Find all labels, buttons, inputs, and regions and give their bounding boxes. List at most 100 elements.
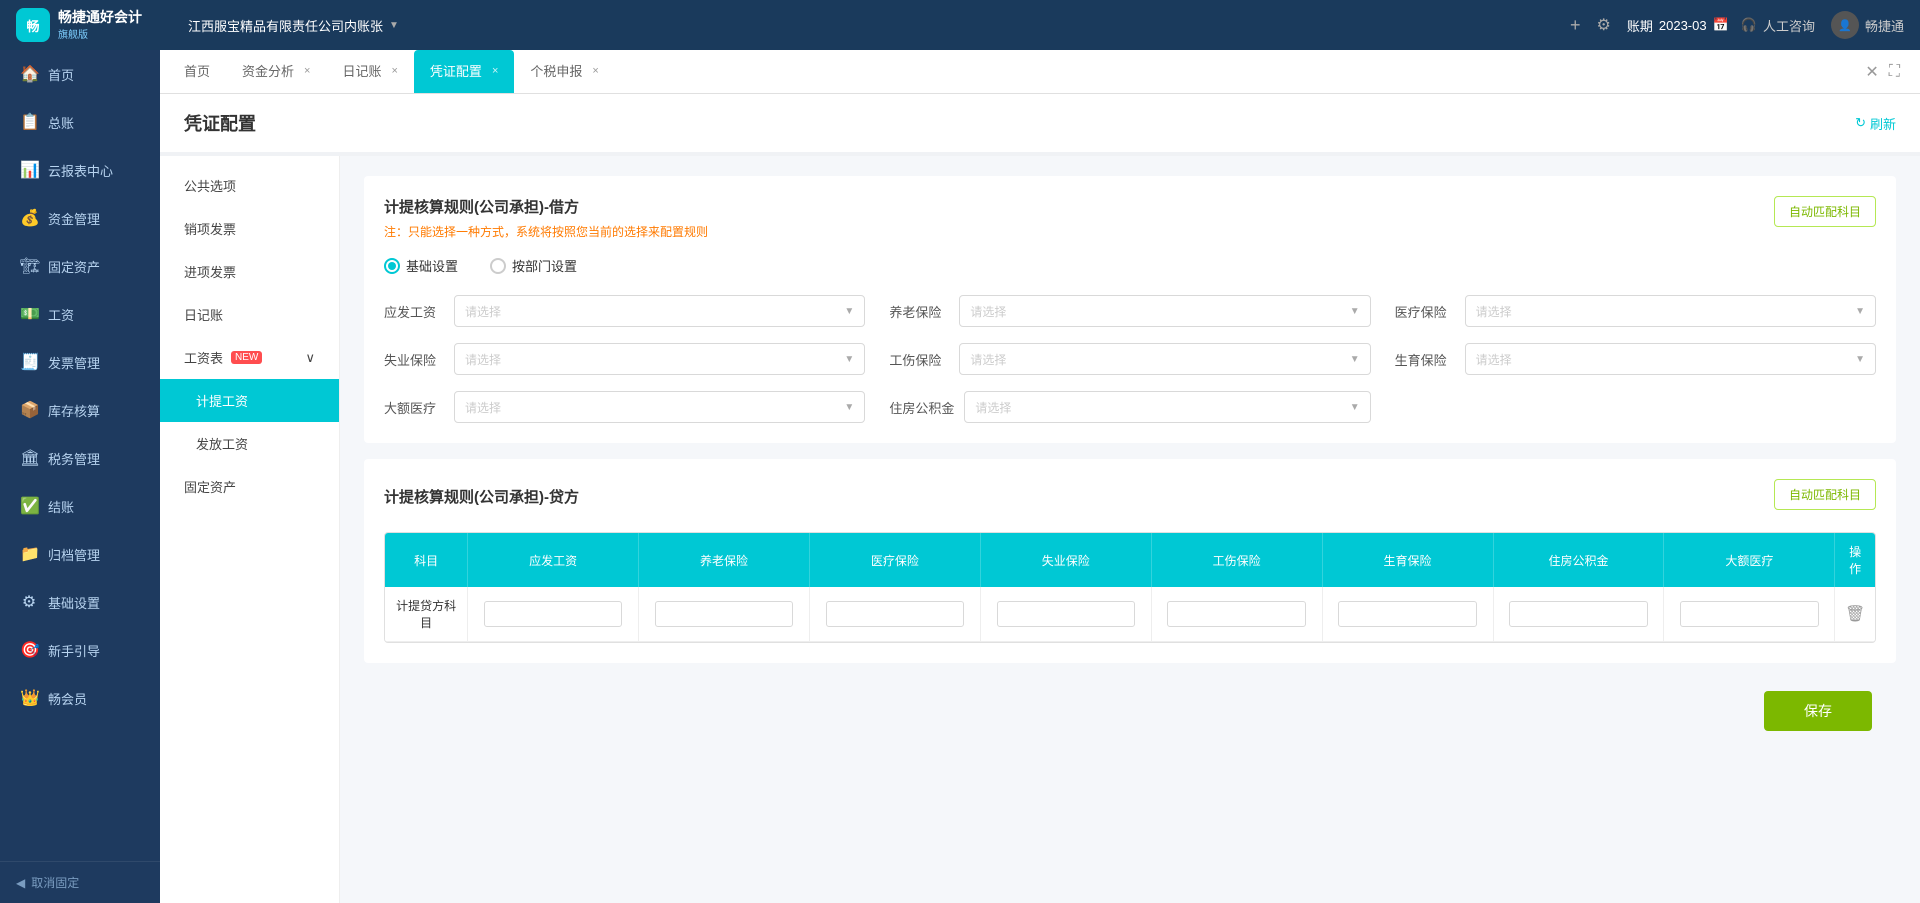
headset-icon: 🎧 <box>1741 17 1757 33</box>
close-tab-journal[interactable]: × <box>391 65 397 77</box>
sidebar-item-funds[interactable]: 💰 资金管理 <box>0 194 160 242</box>
settings-icon[interactable]: ⚙ <box>1597 15 1611 35</box>
main-layout: 🏠 首页 📋 总账 📊 云报表中心 💰 资金管理 🏗 固定资产 💵 工资 🧾 发… <box>0 50 1920 903</box>
user-avatar-area[interactable]: 👤 畅捷通 <box>1831 11 1904 39</box>
credit-maternity-input[interactable] <box>1338 601 1477 627</box>
td-big-medical-val[interactable] <box>1664 587 1835 642</box>
unemployment-select[interactable]: 请选择 ▼ <box>454 343 865 375</box>
radio-basic[interactable]: 基础设置 <box>384 256 458 275</box>
credit-pension-input[interactable] <box>655 601 794 627</box>
close-tab-voucher[interactable]: × <box>492 65 498 77</box>
tab-voucher-config[interactable]: 凭证配置 × <box>414 50 514 93</box>
th-pension: 养老保险 <box>639 533 810 587</box>
sidebar-item-reports[interactable]: 📊 云报表中心 <box>0 146 160 194</box>
left-nav-journal[interactable]: 日记账 <box>160 293 339 336</box>
service-button[interactable]: 🎧 人工咨询 <box>1741 16 1815 35</box>
credit-injury-input[interactable] <box>1167 601 1306 627</box>
auto-match-credit-button[interactable]: 自动匹配科目 <box>1774 479 1876 510</box>
pension-select[interactable]: 请选择 ▼ <box>959 295 1370 327</box>
close-period-icon: ✅ <box>20 496 38 516</box>
add-tab-button[interactable]: + <box>1570 15 1581 36</box>
injury-select[interactable]: 请选择 ▼ <box>959 343 1370 375</box>
save-bar: 保存 <box>364 679 1896 743</box>
form-row-injury: 工伤保险 请选择 ▼ <box>889 343 1370 375</box>
tab-home[interactable]: 首页 <box>168 50 226 93</box>
wage-select[interactable]: 请选择 ▼ <box>454 295 865 327</box>
logo-text: 畅捷通好会计 <box>58 9 142 26</box>
left-nav-sales-invoice[interactable]: 销项发票 <box>160 207 339 250</box>
settings-nav-icon: ⚙ <box>20 592 38 612</box>
credit-unemployment-input[interactable] <box>997 601 1136 627</box>
sidebar: 🏠 首页 📋 总账 📊 云报表中心 💰 资金管理 🏗 固定资产 💵 工资 🧾 发… <box>0 50 160 903</box>
maternity-select[interactable]: 请选择 ▼ <box>1465 343 1876 375</box>
td-pension-val[interactable] <box>639 587 810 642</box>
refresh-button[interactable]: ↻ 刷新 <box>1855 114 1896 133</box>
radio-department[interactable]: 按部门设置 <box>490 256 577 275</box>
td-injury-val[interactable] <box>1151 587 1322 642</box>
th-medical: 医疗保险 <box>809 533 980 587</box>
td-maternity-val[interactable] <box>1322 587 1493 642</box>
tab-bar-actions: ✕ ⛶ <box>1853 50 1912 93</box>
credit-medical-input[interactable] <box>826 601 965 627</box>
sidebar-item-member[interactable]: 👑 畅会员 <box>0 674 160 722</box>
td-medical-val[interactable] <box>809 587 980 642</box>
company-selector[interactable]: 江西服宝精品有限责任公司内账张 ▼ <box>188 16 1558 35</box>
th-injury: 工伤保险 <box>1151 533 1322 587</box>
close-window-icon[interactable]: ✕ <box>1865 62 1878 82</box>
sidebar-item-ledger[interactable]: 📋 总账 <box>0 98 160 146</box>
form-row-pension: 养老保险 请选择 ▼ <box>889 295 1370 327</box>
tab-journal[interactable]: 日记账 × <box>326 50 413 93</box>
credit-wage-input[interactable] <box>484 601 623 627</box>
td-housing-val[interactable] <box>1493 587 1664 642</box>
guide-icon: 🎯 <box>20 640 38 660</box>
tab-funds[interactable]: 资金分析 × <box>226 50 326 93</box>
th-wage: 应发工资 <box>468 533 639 587</box>
left-nav-public[interactable]: 公共选项 <box>160 164 339 207</box>
sidebar-item-fixed-assets[interactable]: 🏗 固定资产 <box>0 242 160 290</box>
close-tab-tax[interactable]: × <box>592 65 598 77</box>
cancel-fixed-button[interactable]: ◀ 取消固定 <box>0 861 160 903</box>
maximize-icon[interactable]: ⛶ <box>1889 63 1900 81</box>
form-row-housing: 住房公积金 请选择 ▼ <box>889 391 1370 423</box>
reports-icon: 📊 <box>20 160 38 180</box>
left-nav-purchase-invoice[interactable]: 进项发票 <box>160 250 339 293</box>
credit-housing-input[interactable] <box>1509 601 1648 627</box>
debit-section: 计提核算规则(公司承担)-借方 注：只能选择一种方式，系统将按照您当前的选择来配… <box>364 176 1896 443</box>
sidebar-item-archive[interactable]: 📁 归档管理 <box>0 530 160 578</box>
home-icon: 🏠 <box>20 64 38 84</box>
sidebar-item-close[interactable]: ✅ 结账 <box>0 482 160 530</box>
housing-select[interactable]: 请选择 ▼ <box>964 391 1370 423</box>
td-wage-val[interactable] <box>468 587 639 642</box>
member-icon: 👑 <box>20 688 38 708</box>
left-nav-fixed-assets-nav[interactable]: 固定资产 <box>160 465 339 508</box>
td-row-label: 计提贷方科目 <box>385 587 468 642</box>
sidebar-item-invoice[interactable]: 🧾 发票管理 <box>0 338 160 386</box>
debit-section-title: 计提核算规则(公司承担)-借方 <box>384 196 708 217</box>
auto-match-debit-button[interactable]: 自动匹配科目 <box>1774 196 1876 227</box>
housing-label: 住房公积金 <box>889 398 954 417</box>
sidebar-item-inventory[interactable]: 📦 库存核算 <box>0 386 160 434</box>
left-nav-accrued-salary[interactable]: 计提工资 <box>160 379 339 422</box>
chevron-down-icon: ∨ <box>305 350 315 366</box>
logo-icon: 畅 <box>16 8 50 42</box>
calendar-icon[interactable]: 📅 <box>1713 17 1729 33</box>
credit-big-medical-input[interactable] <box>1680 601 1819 627</box>
left-nav: 公共选项 销项发票 进项发票 日记账 工资表 NEW ∨ <box>160 156 340 903</box>
sidebar-item-home[interactable]: 🏠 首页 <box>0 50 160 98</box>
sidebar-item-settings[interactable]: ⚙ 基础设置 <box>0 578 160 626</box>
medical-select[interactable]: 请选择 ▼ <box>1465 295 1876 327</box>
injury-dropdown-icon: ▼ <box>1350 354 1360 365</box>
top-company: 江西服宝精品有限责任公司内账张 ▼ <box>188 16 1558 35</box>
td-action[interactable]: 🗑 <box>1835 587 1875 642</box>
big-medical-select[interactable]: 请选择 ▼ <box>454 391 865 423</box>
avatar: 👤 <box>1831 11 1859 39</box>
sidebar-item-salary[interactable]: 💵 工资 <box>0 290 160 338</box>
sidebar-item-tax[interactable]: 🏛 税务管理 <box>0 434 160 482</box>
left-nav-pay-salary[interactable]: 发放工资 <box>160 422 339 465</box>
td-unemployment-val[interactable] <box>980 587 1151 642</box>
left-nav-salary-table[interactable]: 工资表 NEW ∨ <box>160 336 339 379</box>
tab-tax[interactable]: 个税申报 × <box>514 50 614 93</box>
close-tab-funds[interactable]: × <box>304 65 310 77</box>
sidebar-item-guide[interactable]: 🎯 新手引导 <box>0 626 160 674</box>
save-button[interactable]: 保存 <box>1764 691 1872 731</box>
